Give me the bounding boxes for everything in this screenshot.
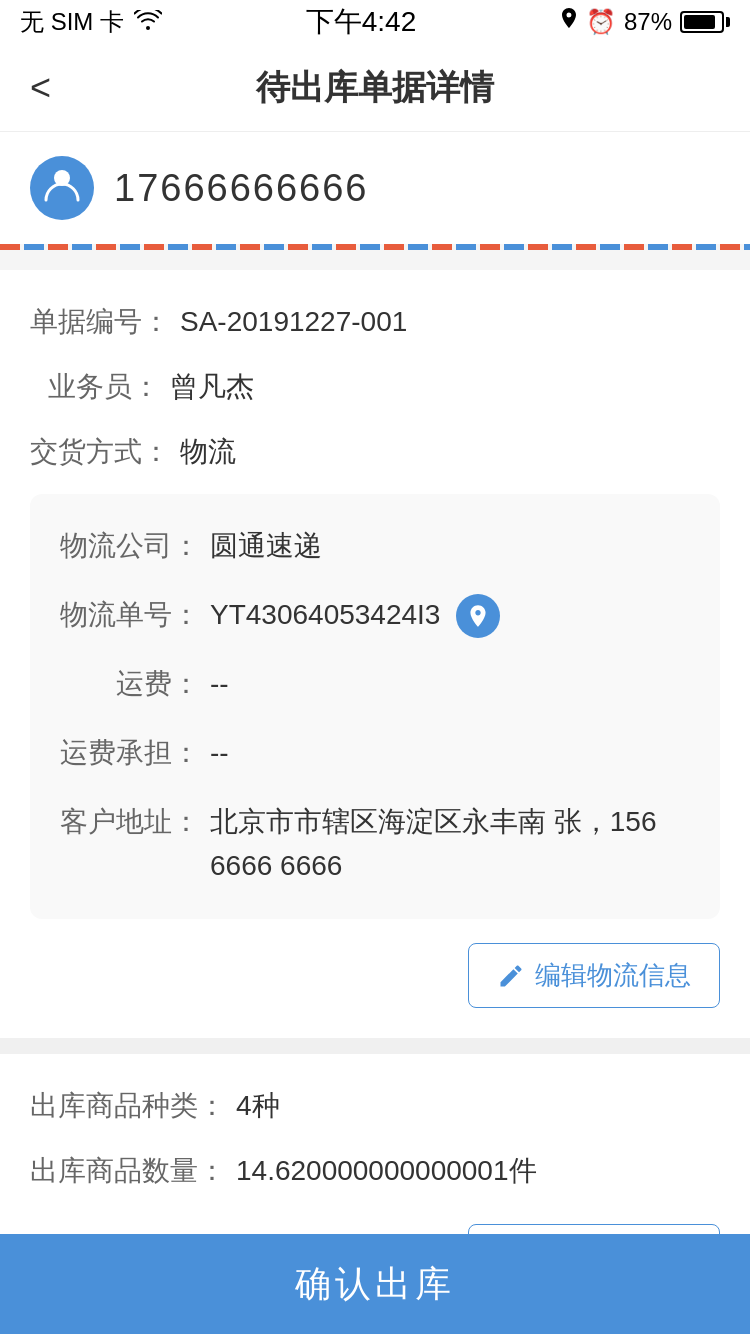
user-header: 17666666666 (0, 132, 750, 244)
logistics-tracking-label: 物流单号： (60, 593, 210, 638)
status-time: 下午4:42 (306, 3, 417, 41)
delivery-value: 物流 (180, 430, 720, 475)
logistics-tracking-row: 物流单号： YT43064053424I3 (60, 593, 690, 638)
track-location-button[interactable] (456, 594, 500, 638)
freight-bearer-value: -- (210, 731, 690, 776)
freight-bearer-row: 运费承担： -- (60, 731, 690, 776)
goods-quantity-value: 14.620000000000001件 (236, 1149, 720, 1194)
nav-bar: < 待出库单据详情 (0, 44, 750, 132)
goods-quantity-label: 出库商品数量： (30, 1149, 236, 1194)
goods-quantity-row: 出库商品数量： 14.620000000000001件 (30, 1149, 720, 1194)
edit-logistics-button[interactable]: 编辑物流信息 (468, 943, 720, 1008)
salesperson-label: 业务员： (30, 365, 170, 410)
logistics-tracking-value: YT43064053424I3 (210, 593, 690, 638)
freight-bearer-label: 运费承担： (60, 731, 210, 776)
goods-type-value: 4种 (236, 1084, 720, 1129)
address-row: 客户地址： 北京市市辖区海淀区永丰南 张，156 6666 6666 (60, 800, 690, 890)
section-divider-1 (0, 1038, 750, 1054)
delivery-label: 交货方式： (30, 430, 180, 475)
back-button[interactable]: < (30, 67, 51, 109)
goods-type-label: 出库商品种类： (30, 1084, 236, 1129)
tracking-number: YT43064053424I3 (210, 593, 440, 638)
goods-type-row: 出库商品种类： 4种 (30, 1084, 720, 1129)
logistics-company-row: 物流公司： 圆通速递 (60, 524, 690, 569)
logistics-company-label: 物流公司： (60, 524, 210, 569)
logistics-company-value: 圆通速递 (210, 524, 690, 569)
status-bar: 无 SIM 卡 下午4:42 ⏰ 87% (0, 0, 750, 44)
user-phone: 17666666666 (114, 167, 368, 210)
user-icon (44, 166, 80, 211)
salesperson-value: 曾凡杰 (170, 365, 720, 410)
address-label: 客户地址： (60, 800, 210, 845)
battery-indicator (680, 11, 730, 33)
freight-row: 运费： -- (60, 662, 690, 707)
freight-label: 运费： (60, 662, 210, 707)
avatar (30, 156, 94, 220)
freight-value: -- (210, 662, 690, 707)
edit-logistics-label: 编辑物流信息 (535, 958, 691, 993)
status-right: ⏰ 87% (560, 8, 730, 36)
doc-number-label: 单据编号： (30, 300, 180, 345)
battery-label: 87% (624, 8, 672, 36)
edit-logistics-area: 编辑物流信息 (30, 943, 720, 1008)
salesperson-row: 业务员： 曾凡杰 (30, 365, 720, 410)
status-left: 无 SIM 卡 (20, 6, 162, 38)
location-active-icon (560, 8, 578, 36)
delivery-row: 交货方式： 物流 (30, 430, 720, 475)
doc-number-row: 单据编号： SA-20191227-001 (30, 300, 720, 345)
document-info-section: 单据编号： SA-20191227-001 业务员： 曾凡杰 交货方式： 物流 … (0, 270, 750, 1038)
doc-number-value: SA-20191227-001 (180, 300, 720, 345)
confirm-button[interactable]: 确认出库 (0, 1234, 750, 1334)
page-title: 待出库单据详情 (256, 65, 494, 111)
wifi-icon (134, 8, 162, 36)
alarm-icon: ⏰ (586, 8, 616, 36)
address-value: 北京市市辖区海淀区永丰南 张，156 6666 6666 (210, 800, 690, 890)
dashed-divider (0, 244, 750, 250)
carrier-label: 无 SIM 卡 (20, 6, 124, 38)
logistics-card: 物流公司： 圆通速递 物流单号： YT43064053424I3 运费： -- … (30, 494, 720, 919)
confirm-label: 确认出库 (295, 1260, 455, 1309)
